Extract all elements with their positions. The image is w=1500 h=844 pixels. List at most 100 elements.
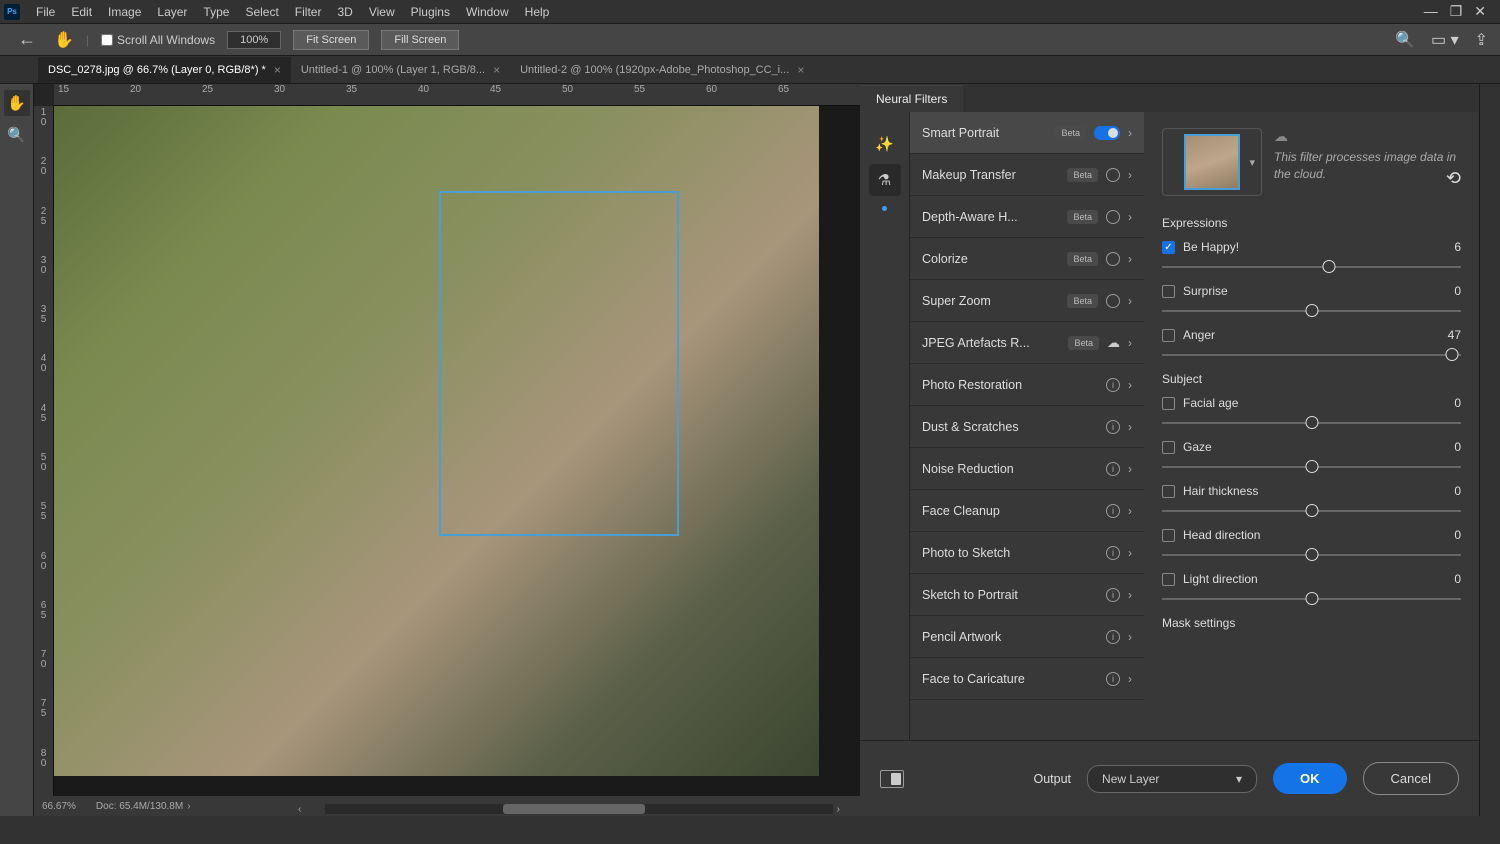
canvas-viewport[interactable]	[54, 106, 860, 796]
ok-button[interactable]: OK	[1273, 763, 1347, 794]
slider-track[interactable]	[1162, 466, 1461, 468]
home-button[interactable]: ←	[12, 27, 42, 52]
slider-checkbox[interactable]	[1162, 397, 1175, 410]
menu-window[interactable]: Window	[458, 1, 517, 23]
slider-track[interactable]	[1162, 354, 1461, 356]
filter-row[interactable]: Noise Reductioni›	[910, 448, 1144, 490]
output-select[interactable]: New Layer ▾	[1087, 765, 1257, 793]
info-icon[interactable]: i	[1106, 672, 1120, 686]
scroll-all-checkbox[interactable]: Scroll All Windows	[101, 33, 215, 47]
filter-row[interactable]: Smart PortraitBeta›	[910, 112, 1144, 154]
close-button[interactable]: ✕	[1474, 3, 1486, 20]
layer-mask-icon[interactable]	[880, 770, 904, 788]
filter-row[interactable]: JPEG Artefacts R...Beta☁›	[910, 322, 1144, 364]
neural-filters-tab[interactable]: Neural Filters	[860, 85, 963, 112]
menu-image[interactable]: Image	[100, 1, 149, 23]
menu-3d[interactable]: 3D	[329, 1, 360, 23]
maximize-button[interactable]: ❐	[1450, 3, 1463, 20]
slider-track[interactable]	[1162, 310, 1461, 312]
fit-screen-button[interactable]: Fit Screen	[293, 30, 369, 50]
zoom-input[interactable]: 100%	[227, 31, 281, 49]
zoom-tool[interactable]: 🔍	[4, 122, 30, 148]
filter-row[interactable]: Dust & Scratchesi›	[910, 406, 1144, 448]
menu-edit[interactable]: Edit	[63, 1, 100, 23]
info-icon[interactable]: i	[1106, 420, 1120, 434]
doc-size-readout[interactable]: Doc: 65.4M/130.8M	[96, 801, 183, 812]
filter-row[interactable]: Face Cleanupi›	[910, 490, 1144, 532]
slider-track[interactable]	[1162, 598, 1461, 600]
info-icon[interactable]: i	[1106, 504, 1120, 518]
featured-category-icon[interactable]: ✨	[869, 128, 901, 160]
filter-row[interactable]: Makeup TransferBeta›	[910, 154, 1144, 196]
info-icon[interactable]: i	[1106, 588, 1120, 602]
slider-checkbox[interactable]	[1162, 573, 1175, 586]
slider-checkbox[interactable]	[1162, 529, 1175, 542]
filter-toggle[interactable]	[1106, 252, 1120, 266]
document-tab[interactable]: Untitled-1 @ 100% (Layer 1, RGB/8...×	[291, 57, 510, 83]
fill-screen-button[interactable]: Fill Screen	[381, 30, 459, 50]
filter-toggle[interactable]	[1106, 294, 1120, 308]
hand-tool[interactable]: ✋	[4, 90, 30, 116]
filter-row[interactable]: ColorizeBeta›	[910, 238, 1144, 280]
slider-checkbox[interactable]	[1162, 485, 1175, 498]
filter-row[interactable]: Photo to Sketchi›	[910, 532, 1144, 574]
menu-filter[interactable]: Filter	[287, 1, 330, 23]
workspace-chooser-icon[interactable]: ▭ ▾	[1431, 30, 1459, 50]
slider-thumb[interactable]	[1305, 504, 1318, 517]
slider-thumb[interactable]	[1446, 348, 1459, 361]
slider-checkbox[interactable]: ✓	[1162, 241, 1175, 254]
info-icon[interactable]: i	[1106, 378, 1120, 392]
slider-thumb[interactable]	[1323, 260, 1336, 273]
beta-category-icon[interactable]: ⚗	[869, 164, 901, 196]
slider-checkbox[interactable]	[1162, 285, 1175, 298]
slider-thumb[interactable]	[1305, 460, 1318, 473]
reset-icon[interactable]: ⟲	[1446, 168, 1461, 189]
cancel-button[interactable]: Cancel	[1363, 762, 1459, 795]
tab-close-icon[interactable]: ×	[797, 63, 804, 77]
filter-toggle[interactable]	[1106, 168, 1120, 182]
tab-close-icon[interactable]: ×	[493, 63, 500, 77]
search-icon[interactable]: 🔍	[1395, 30, 1415, 50]
cloud-download-icon[interactable]: ☁	[1107, 335, 1120, 351]
slider-thumb[interactable]	[1305, 592, 1318, 605]
slider-checkbox[interactable]	[1162, 441, 1175, 454]
menu-file[interactable]: File	[28, 1, 63, 23]
status-chevron-icon[interactable]: ›	[187, 801, 190, 812]
info-icon[interactable]: i	[1106, 462, 1120, 476]
menu-type[interactable]: Type	[195, 1, 237, 23]
slider-track[interactable]	[1162, 266, 1461, 268]
filter-row[interactable]: Face to Caricaturei›	[910, 658, 1144, 700]
slider-thumb[interactable]	[1305, 548, 1318, 561]
slider-track[interactable]	[1162, 422, 1461, 424]
slider-checkbox[interactable]	[1162, 329, 1175, 342]
filter-row[interactable]: Sketch to Portraiti›	[910, 574, 1144, 616]
menu-select[interactable]: Select	[237, 1, 286, 23]
menu-help[interactable]: Help	[517, 1, 558, 23]
mask-settings-heading[interactable]: Mask settings	[1162, 616, 1461, 630]
filter-row[interactable]: Super ZoomBeta›	[910, 280, 1144, 322]
info-icon[interactable]: i	[1106, 546, 1120, 560]
collapsed-panel-dock[interactable]	[1480, 84, 1500, 816]
menu-view[interactable]: View	[361, 1, 403, 23]
tab-close-icon[interactable]: ×	[274, 63, 281, 77]
share-icon[interactable]: ⇪	[1475, 30, 1488, 50]
zoom-readout[interactable]: 66.67%	[42, 801, 76, 812]
slider-thumb[interactable]	[1305, 416, 1318, 429]
filter-toggle[interactable]	[1106, 210, 1120, 224]
info-icon[interactable]: i	[1106, 630, 1120, 644]
slider-thumb[interactable]	[1305, 304, 1318, 317]
menu-plugins[interactable]: Plugins	[403, 1, 458, 23]
document-tab[interactable]: Untitled-2 @ 100% (1920px-Adobe_Photosho…	[510, 57, 814, 83]
horizontal-scrollbar[interactable]: ‹ ›	[294, 802, 844, 816]
filter-row[interactable]: Depth-Aware H...Beta›	[910, 196, 1144, 238]
slider-track[interactable]	[1162, 554, 1461, 556]
filter-row[interactable]: Photo Restorationi›	[910, 364, 1144, 406]
face-selector[interactable]: ▾	[1162, 128, 1262, 196]
filter-row[interactable]: Pencil Artworki›	[910, 616, 1144, 658]
slider-track[interactable]	[1162, 510, 1461, 512]
minimize-button[interactable]: —	[1424, 3, 1438, 20]
document-tab[interactable]: DSC_0278.jpg @ 66.7% (Layer 0, RGB/8*) *…	[38, 57, 291, 83]
filter-toggle[interactable]	[1094, 126, 1120, 140]
hand-tool-icon[interactable]: ✋	[54, 30, 74, 50]
menu-layer[interactable]: Layer	[149, 1, 195, 23]
